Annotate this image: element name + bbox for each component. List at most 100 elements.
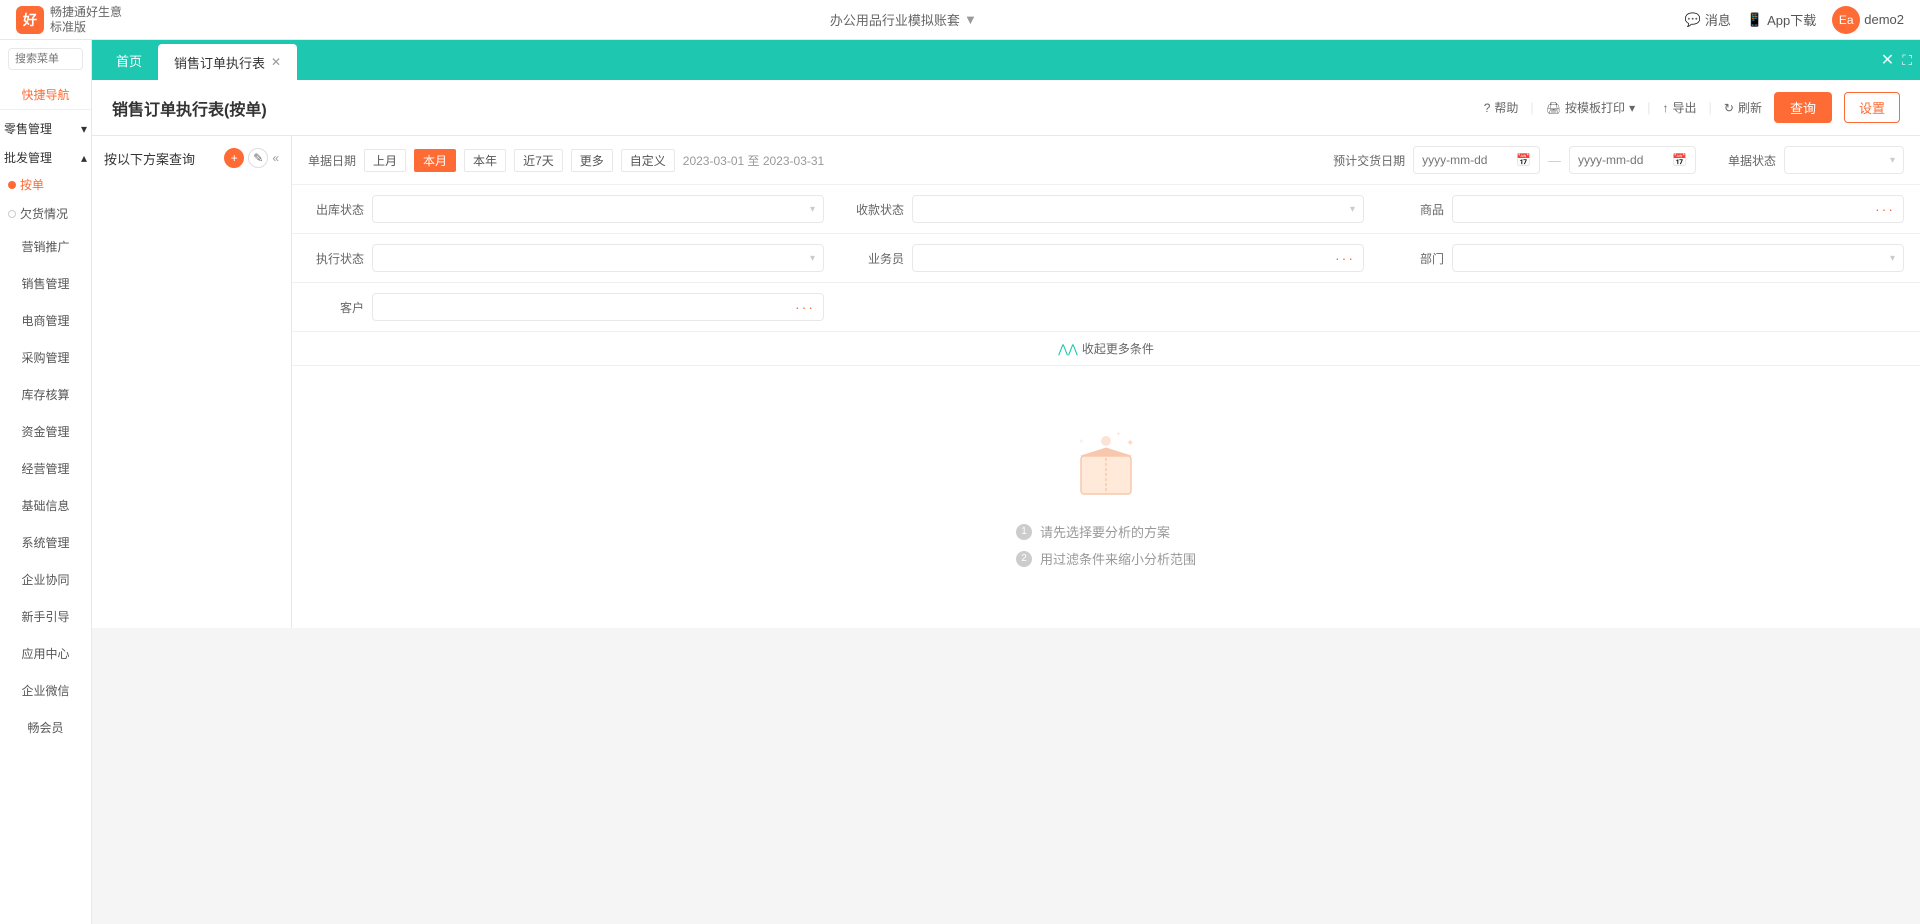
tab-close-icon[interactable]: ✕	[271, 55, 281, 69]
out-status-label: 出库状态	[308, 201, 364, 218]
refresh-button[interactable]: ↻ 刷新	[1724, 99, 1762, 116]
date-filter-row: 单据日期 上月 本月 本年 近7天 更多 自定义 2023-03-01 至 20…	[292, 136, 1920, 185]
help-button[interactable]: ? 帮助	[1484, 99, 1519, 116]
salesman-field[interactable]: ···	[912, 244, 1364, 272]
expected-date-start-field[interactable]: 📅	[1413, 146, 1540, 174]
chevron-down-icon: ▾	[81, 122, 87, 136]
print-icon: 🖨	[1546, 101, 1561, 115]
calendar-end-icon[interactable]: 📅	[1672, 153, 1687, 167]
sidebar-item-sales[interactable]: 销售管理	[0, 265, 91, 302]
orange-dot-icon	[8, 181, 16, 189]
svg-text:✦: ✦	[1126, 438, 1134, 449]
sidebar-item-finance[interactable]: 资金管理	[0, 413, 91, 450]
app-download-action[interactable]: 📱 App下载	[1747, 10, 1816, 29]
tab-home[interactable]: 首页	[100, 40, 158, 80]
page-header: 销售订单执行表(按单) ? 帮助 | 🖨 按模板打印 ▾ | ↑	[92, 80, 1920, 136]
date-btn-last-month[interactable]: 上月	[364, 149, 406, 172]
search-input[interactable]	[8, 48, 83, 70]
content-area: 首页 销售订单执行表 ✕ ✕ ⛶ 销售订单执行表(按单) ? 帮助	[92, 40, 1920, 924]
add-icon: +	[231, 151, 238, 165]
tab-maximize-icon[interactable]: ⛶	[1902, 52, 1912, 69]
quick-nav-label[interactable]: 快捷导航	[0, 78, 91, 107]
sidebar-item-retail[interactable]: 零售管理 ▾	[0, 112, 91, 141]
sidebar-item-wholesale[interactable]: 批发管理 ▴	[0, 141, 91, 170]
tab-close-window-icon[interactable]: ✕	[1881, 50, 1894, 70]
calendar-start-icon[interactable]: 📅	[1516, 153, 1531, 167]
sidebar-item-label-guide: 新手引导	[21, 608, 69, 625]
print-dropdown-icon[interactable]: ▾	[1629, 101, 1635, 115]
main-layout: 快捷导航 零售管理 ▾ 批发管理 ▴ 按单 欠货情况 营销推广 销售管理 电商管…	[0, 40, 1920, 924]
date-btn-more[interactable]: 更多	[571, 149, 613, 172]
main-content: 单据日期 上月 本月 本年 近7天 更多 自定义 2023-03-01 至 20…	[292, 136, 1920, 628]
date-filter-area: 单据日期 上月 本月 本年 近7天 更多 自定义 2023-03-01 至 20…	[308, 149, 824, 172]
sidebar-item-label-finance: 资金管理	[21, 423, 69, 440]
user-profile[interactable]: Ea demo2	[1832, 6, 1904, 34]
goods-field[interactable]: ···	[1452, 195, 1904, 223]
collapse-label: 收起更多条件	[1082, 340, 1154, 357]
sub-item-press-order[interactable]: 按单	[0, 170, 91, 199]
sidebar-item-label-basic: 基础信息	[21, 497, 69, 514]
sub-item-label-press-order: 按单	[20, 176, 44, 193]
sidebar-item-member[interactable]: 畅会员	[0, 709, 91, 746]
pay-status-dropdown[interactable]: ▾	[912, 195, 1364, 223]
sidebar-item-label-system: 系统管理	[21, 534, 69, 551]
page-body: 按以下方案查询 + ✎ «	[92, 136, 1920, 628]
add-scheme-button[interactable]: +	[224, 148, 244, 168]
customer-label: 客户	[308, 299, 364, 316]
date-separator: —	[1548, 153, 1561, 168]
status-label: 单据状态	[1728, 152, 1776, 169]
date-btn-this-year[interactable]: 本年	[464, 149, 506, 172]
message-action[interactable]: 💬 消息	[1685, 10, 1731, 29]
sidebar-item-operation[interactable]: 经营管理	[0, 450, 91, 487]
expected-date-end-field[interactable]: 📅	[1569, 146, 1696, 174]
print-button[interactable]: 🖨 按模板打印 ▾	[1546, 99, 1635, 116]
customer-field[interactable]: ···	[372, 293, 824, 321]
breadcrumb: 办公用品行业模拟账套 ▼	[830, 10, 977, 29]
page-content: 销售订单执行表(按单) ? 帮助 | 🖨 按模板打印 ▾ | ↑	[92, 80, 1920, 924]
date-btn-7days[interactable]: 近7天	[514, 149, 563, 172]
goods-label: 商品	[1388, 201, 1444, 218]
edit-scheme-button[interactable]: ✎	[248, 148, 268, 168]
status-dropdown[interactable]: ▾	[1784, 146, 1904, 174]
message-label: 消息	[1705, 10, 1731, 29]
page-header-actions: ? 帮助 | 🖨 按模板打印 ▾ | ↑ 导出 |	[1484, 92, 1900, 123]
sidebar-item-basic[interactable]: 基础信息	[0, 487, 91, 524]
filter-row-4: 客户 ···	[292, 283, 1920, 332]
sidebar-item-ecommerce[interactable]: 电商管理	[0, 302, 91, 339]
export-button[interactable]: ↑ 导出	[1662, 99, 1696, 116]
collapse-button[interactable]: ⋀⋀ 收起更多条件	[1058, 340, 1154, 357]
left-panel-actions: + ✎ «	[224, 148, 279, 168]
divider-1: |	[1530, 100, 1533, 115]
exec-status-dropdown[interactable]: ▾	[372, 244, 824, 272]
sidebar-item-label-sales: 销售管理	[21, 275, 69, 292]
header-left: 好 畅捷通好生意 标准版	[16, 5, 122, 34]
sidebar-item-label-enterprise: 企业协同	[21, 571, 69, 588]
logo-text: 畅捷通好生意 标准版	[50, 5, 122, 34]
sidebar-item-marketing[interactable]: 营销推广	[0, 228, 91, 265]
sidebar-item-enterprise[interactable]: 企业协同	[0, 561, 91, 598]
out-status-dropdown[interactable]: ▾	[372, 195, 824, 223]
query-button[interactable]: 查询	[1774, 92, 1832, 123]
sub-item-debt[interactable]: 欠货情况	[0, 199, 91, 228]
date-btn-this-month[interactable]: 本月	[414, 149, 456, 172]
sidebar: 快捷导航 零售管理 ▾ 批发管理 ▴ 按单 欠货情况 营销推广 销售管理 电商管…	[0, 40, 92, 924]
sidebar-item-wechat[interactable]: 企业微信	[0, 672, 91, 709]
sidebar-item-system[interactable]: 系统管理	[0, 524, 91, 561]
exec-status-arrow: ▾	[810, 253, 815, 264]
sidebar-item-label-appstore: 应用中心	[21, 645, 69, 662]
expected-date-end-input[interactable]	[1578, 153, 1668, 167]
tab-sales-exec[interactable]: 销售订单执行表 ✕	[158, 44, 297, 80]
settings-button[interactable]: 设置	[1844, 92, 1900, 123]
sidebar-item-appstore[interactable]: 应用中心	[0, 635, 91, 672]
dept-dropdown[interactable]: ▾	[1452, 244, 1904, 272]
sidebar-item-inventory[interactable]: 库存核算	[0, 376, 91, 413]
sidebar-item-label-wholesale: 批发管理	[4, 149, 52, 166]
breadcrumb-arrow-icon[interactable]: ▼	[964, 12, 977, 27]
sidebar-item-purchase[interactable]: 采购管理	[0, 339, 91, 376]
app-download-icon: 📱	[1747, 12, 1763, 28]
date-btn-custom[interactable]: 自定义	[621, 149, 675, 172]
fold-button[interactable]: «	[272, 151, 279, 165]
expected-date-start-input[interactable]	[1422, 153, 1512, 167]
app-download-label: App下载	[1767, 10, 1816, 29]
sidebar-item-guide[interactable]: 新手引导	[0, 598, 91, 635]
